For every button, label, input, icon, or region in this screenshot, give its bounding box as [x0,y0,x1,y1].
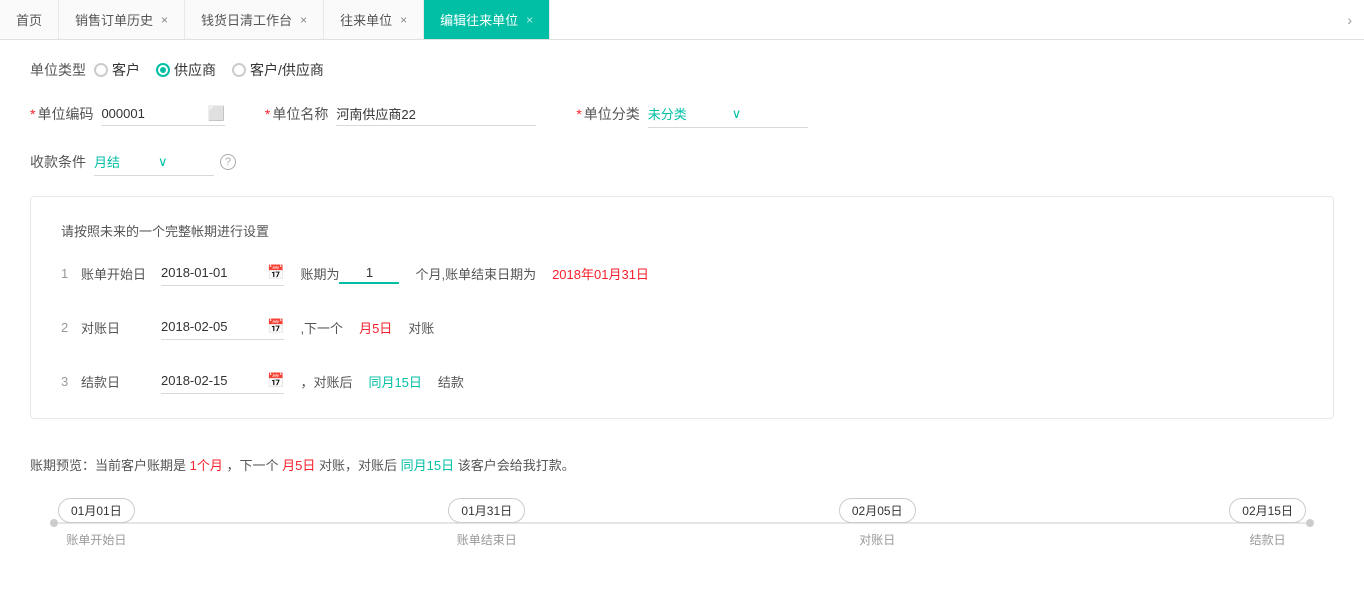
period-end-date: 2018年01月31日 [552,264,649,283]
preview-section: 账期预览：当前客户账期是 1个月 ，下一个 月5日 对账，对账后 同月15日 该… [30,439,1334,548]
reconcile-desc-prefix: ,下一个 [300,318,343,337]
unit-name-item: * 单位名称 [265,102,536,126]
unit-code-copy-icon[interactable]: ⬜ [207,105,224,122]
setting-index-1: 1 [61,266,81,281]
timeline-node-2: 01月31日 账单结束日 [448,498,525,548]
unit-name-label: 单位名称 [272,104,328,124]
unit-type-row: 单位类型 客户 供应商 客户/供应商 [30,60,1334,80]
reconcile-date-calendar-icon[interactable]: 📅 [267,318,284,335]
setting-row-1: 1 账单开始日 📅 账期为 个月,账单结束日期为 2018年01月31日 [61,260,1303,286]
payment-desc-highlight: 同月15日 [368,372,421,391]
payment-terms-select[interactable]: 月结 ∨ [94,148,214,176]
unit-category-item: * 单位分类 未分类 ∨ [576,100,807,128]
tab-home[interactable]: 首页 [0,0,59,39]
unit-name-required-star: * [265,106,270,122]
timeline-right-endpoint [1306,519,1314,527]
radio-customer-supplier[interactable]: 客户/供应商 [232,60,324,80]
payment-terms-item: 收款条件 月结 ∨ ? [30,148,236,176]
timeline-inner: 01月01日 账单开始日 01月31日 账单结束日 02月05日 对账日 [58,498,1306,548]
timeline-node-3-pill: 02月05日 [839,498,916,523]
close-tab-partner-units[interactable]: × [400,13,407,27]
setting-index-3: 3 [61,374,81,389]
start-date-input-wrap: 📅 [161,260,284,286]
radio-supplier[interactable]: 供应商 [156,60,216,80]
timeline-node-4-pill: 02月15日 [1229,498,1306,523]
payment-desc-suffix: 结款 [438,372,464,391]
radio-customer-circle [94,63,108,77]
tab-sales-order-history[interactable]: 销售订单历史 × [59,0,185,39]
unit-category-required-star: * [576,106,581,122]
unit-type-label: 单位类型 [30,60,86,80]
setting-name-3: 结款日 [81,372,161,391]
unit-type-radio-group: 客户 供应商 客户/供应商 [94,60,324,80]
payment-terms-chevron-icon: ∨ [158,154,214,170]
timeline: 01月01日 账单开始日 01月31日 账单结束日 02月05日 对账日 [50,498,1314,548]
unit-category-chevron-icon: ∨ [732,106,808,122]
unit-category-select[interactable]: 未分类 ∨ [648,100,808,128]
reconcile-desc-suffix: 对账 [408,318,434,337]
period-value-input[interactable] [339,263,399,284]
main-content: 单位类型 客户 供应商 客户/供应商 * 单位编码 [0,40,1364,608]
period-unit-text: 个月,账单结束日期为 [415,264,536,283]
timeline-node-3-label: 对账日 [859,531,895,548]
setting-name-1: 账单开始日 [81,264,161,283]
period-label: 账期为 [300,264,339,283]
setting-index-2: 2 [61,320,81,335]
timeline-node-4: 02月15日 结款日 [1229,498,1306,548]
close-tab-sales-order-history[interactable]: × [161,13,168,27]
timeline-container: 01月01日 账单开始日 01月31日 账单结束日 02月05日 对账日 [30,498,1334,548]
timeline-left-endpoint [50,519,58,527]
payment-date-input-wrap: 📅 [161,368,284,394]
setting-name-2: 对账日 [81,318,161,337]
setting-row-3: 3 结款日 📅 ，对账后 同月15日 结款 [61,368,1303,394]
preview-highlight-1: 1个月 [190,458,223,473]
preview-highlight-3: 同月15日 [401,458,454,473]
start-date-input[interactable] [161,265,261,280]
payment-terms-row: 收款条件 月结 ∨ ? [30,148,1334,176]
settings-title: 请按照未来的一个完整帐期进行设置 [61,221,1303,240]
radio-customer-supplier-circle [232,63,246,77]
unit-code-input[interactable] [101,102,201,125]
timeline-node-1-label: 账单开始日 [66,531,126,548]
start-date-calendar-icon[interactable]: 📅 [267,264,284,281]
unit-code-label: 单位编码 [37,104,93,124]
tab-edit-partner-unit[interactable]: 编辑往来单位 × [424,0,550,39]
unit-code-input-wrap: ⬜ [101,102,224,126]
unit-code-required-star: * [30,106,35,122]
reconcile-date-input[interactable] [161,319,261,334]
unit-type-item: 单位类型 客户 供应商 客户/供应商 [30,60,324,80]
timeline-node-2-pill: 01月31日 [448,498,525,523]
payment-terms-help-icon[interactable]: ? [220,154,236,170]
reconcile-desc-highlight: 月5日 [359,318,392,337]
preview-text: 账期预览：当前客户账期是 1个月 ，下一个 月5日 对账，对账后 同月15日 该… [30,455,1334,474]
payment-desc-prefix: ，对账后 [300,372,352,391]
payment-date-input[interactable] [161,373,261,388]
payment-date-calendar-icon[interactable]: 📅 [267,372,284,389]
settings-box: 请按照未来的一个完整帐期进行设置 1 账单开始日 📅 账期为 个月,账单结束日期… [30,196,1334,419]
timeline-node-1: 01月01日 账单开始日 [58,498,135,548]
close-tab-edit-partner-unit[interactable]: × [526,13,533,27]
close-tab-cash-work-bench[interactable]: × [300,13,307,27]
payment-terms-label: 收款条件 [30,152,86,172]
unit-name-input[interactable] [336,102,536,126]
radio-supplier-circle [156,63,170,77]
unit-fields-row: * 单位编码 ⬜ * 单位名称 * 单位分类 未分类 ∨ [30,100,1334,128]
tab-cash-work-bench[interactable]: 钱货日清工作台 × [185,0,324,39]
timeline-node-1-pill: 01月01日 [58,498,135,523]
unit-category-label: 单位分类 [584,104,640,124]
tab-bar: 首页 销售订单历史 × 钱货日清工作台 × 往来单位 × 编辑往来单位 × › [0,0,1364,40]
radio-customer[interactable]: 客户 [94,60,140,80]
timeline-node-4-label: 结款日 [1250,531,1286,548]
timeline-nodes: 01月01日 账单开始日 01月31日 账单结束日 02月05日 对账日 [58,498,1306,548]
unit-code-item: * 单位编码 ⬜ [30,102,225,126]
preview-highlight-2: 月5日 [282,458,315,473]
tab-partner-units[interactable]: 往来单位 × [324,0,424,39]
tab-more-button[interactable]: › [1335,12,1364,28]
reconcile-date-input-wrap: 📅 [161,314,284,340]
timeline-node-2-label: 账单结束日 [457,531,517,548]
timeline-node-3: 02月05日 对账日 [839,498,916,548]
setting-row-2: 2 对账日 📅 ,下一个 月5日 对账 [61,314,1303,340]
